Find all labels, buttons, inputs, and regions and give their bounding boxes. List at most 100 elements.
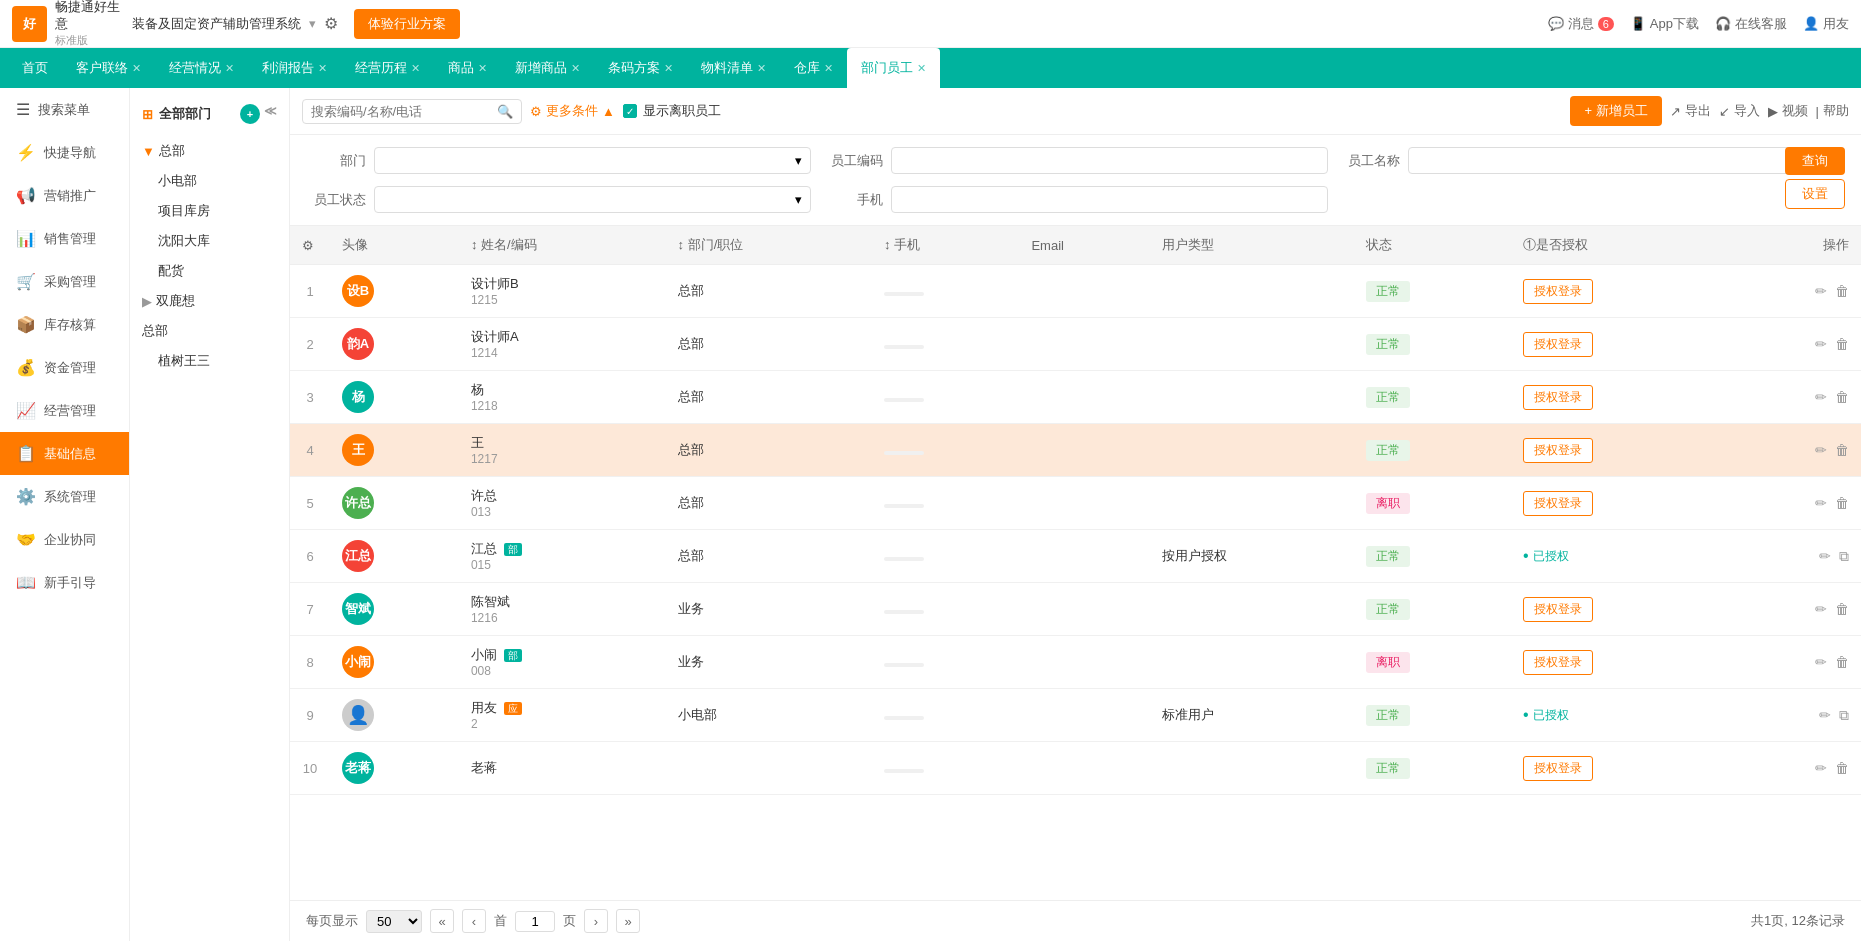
- tab-new-goods[interactable]: 新增商品 ✕: [501, 48, 594, 88]
- message-item[interactable]: 💬 消息 6: [1548, 15, 1614, 33]
- dept-add-btn[interactable]: +: [240, 104, 260, 124]
- tab-close-barcode[interactable]: ✕: [664, 62, 673, 75]
- auth-button-5[interactable]: 授权登录: [1523, 491, 1593, 516]
- online-service-item[interactable]: 🎧 在线客服: [1715, 15, 1787, 33]
- title-dropdown-icon[interactable]: ▾: [309, 16, 316, 31]
- col-dept[interactable]: ↕ 部门/职位: [666, 226, 873, 265]
- dept-node-zhishu[interactable]: 植树王三: [130, 346, 289, 376]
- tab-customer[interactable]: 客户联络 ✕: [62, 48, 155, 88]
- first-page-btn[interactable]: «: [430, 909, 454, 933]
- tab-close-operation[interactable]: ✕: [225, 62, 234, 75]
- search-box[interactable]: 🔍: [302, 99, 522, 124]
- trial-button[interactable]: 体验行业方案: [354, 9, 460, 39]
- nav-marketing[interactable]: 📢 营销推广: [0, 174, 129, 217]
- tab-close-profit[interactable]: ✕: [318, 62, 327, 75]
- edit-icon-1[interactable]: ✏: [1815, 283, 1827, 299]
- dept-node-shuanglu[interactable]: ▶ 双鹿想: [130, 286, 289, 316]
- dept-node-zongbu2[interactable]: 总部: [130, 316, 289, 346]
- last-page-btn[interactable]: »: [616, 909, 640, 933]
- delete-icon-1[interactable]: 🗑: [1835, 283, 1849, 299]
- tab-warehouse[interactable]: 仓库 ✕: [780, 48, 847, 88]
- dept-collapse-btn[interactable]: ≪: [264, 104, 277, 124]
- copy-icon-6[interactable]: ⧉: [1839, 548, 1849, 565]
- view-button[interactable]: ▶ 视频: [1768, 102, 1808, 120]
- tab-barcode[interactable]: 条码方案 ✕: [594, 48, 687, 88]
- dept-node-project[interactable]: 项目库房: [130, 196, 289, 226]
- nav-search-menu[interactable]: ☰ 搜索菜单: [0, 88, 129, 131]
- edit-icon-9[interactable]: ✏: [1819, 707, 1831, 724]
- edit-icon-10[interactable]: ✏: [1815, 760, 1827, 776]
- auth-button-7[interactable]: 授权登录: [1523, 597, 1593, 622]
- page-size-select[interactable]: 50 100 200: [366, 910, 422, 933]
- delete-icon-10[interactable]: 🗑: [1835, 760, 1849, 776]
- tab-close-history[interactable]: ✕: [411, 62, 420, 75]
- nav-sales[interactable]: 📊 销售管理: [0, 217, 129, 260]
- edit-icon-7[interactable]: ✏: [1815, 601, 1827, 617]
- nav-quick-nav[interactable]: ⚡ 快捷导航: [0, 131, 129, 174]
- tab-close-customer[interactable]: ✕: [132, 62, 141, 75]
- nav-inventory[interactable]: 📦 库存核算: [0, 303, 129, 346]
- nav-business[interactable]: 📈 经营管理: [0, 389, 129, 432]
- search-input[interactable]: [311, 104, 491, 119]
- nav-guide[interactable]: 📖 新手引导: [0, 561, 129, 604]
- delete-icon-3[interactable]: 🗑: [1835, 389, 1849, 405]
- tab-close-dept-staff[interactable]: ✕: [917, 62, 926, 75]
- col-phone[interactable]: ↕ 手机: [872, 226, 1019, 265]
- delete-icon-2[interactable]: 🗑: [1835, 336, 1849, 352]
- tab-close-goods[interactable]: ✕: [478, 62, 487, 75]
- auth-button-1[interactable]: 授权登录: [1523, 279, 1593, 304]
- nav-purchase[interactable]: 🛒 采购管理: [0, 260, 129, 303]
- delete-icon-5[interactable]: 🗑: [1835, 495, 1849, 511]
- prev-page-btn[interactable]: ‹: [462, 909, 486, 933]
- filter-dept-select[interactable]: ▾: [374, 147, 811, 174]
- tab-close-new-goods[interactable]: ✕: [571, 62, 580, 75]
- delete-icon-8[interactable]: 🗑: [1835, 654, 1849, 670]
- filter-name-input[interactable]: [1408, 147, 1845, 174]
- tab-history[interactable]: 经营历程 ✕: [341, 48, 434, 88]
- auth-button-10[interactable]: 授权登录: [1523, 756, 1593, 781]
- tab-operation[interactable]: 经营情况 ✕: [155, 48, 248, 88]
- edit-icon-2[interactable]: ✏: [1815, 336, 1827, 352]
- filter-phone-input[interactable]: [891, 186, 1328, 213]
- dept-node-xiaodian[interactable]: 小电部: [130, 166, 289, 196]
- edit-icon-4[interactable]: ✏: [1815, 442, 1827, 458]
- tab-bom[interactable]: 物料清单 ✕: [687, 48, 780, 88]
- tab-close-bom[interactable]: ✕: [757, 62, 766, 75]
- help-button[interactable]: | 帮助: [1816, 102, 1849, 120]
- dept-node-zongbu-parent[interactable]: ▼ 总部: [130, 136, 289, 166]
- nav-corp[interactable]: 🤝 企业协同: [0, 518, 129, 561]
- page-input[interactable]: [515, 911, 555, 932]
- filter-code-input[interactable]: [891, 147, 1328, 174]
- show-offline-checkbox[interactable]: ✓: [623, 104, 637, 118]
- add-employee-button[interactable]: + 新增员工: [1570, 96, 1661, 126]
- auth-button-2[interactable]: 授权登录: [1523, 332, 1593, 357]
- more-filter-btn[interactable]: ⚙ 更多条件 ▲: [530, 102, 615, 120]
- auth-button-3[interactable]: 授权登录: [1523, 385, 1593, 410]
- col-settings[interactable]: ⚙: [290, 226, 330, 265]
- auth-button-4[interactable]: 授权登录: [1523, 438, 1593, 463]
- app-download-item[interactable]: 📱 App下载: [1630, 15, 1699, 33]
- nav-finance[interactable]: 💰 资金管理: [0, 346, 129, 389]
- tab-dept-staff[interactable]: 部门员工 ✕: [847, 48, 940, 88]
- dept-node-peihuo[interactable]: 配货: [130, 256, 289, 286]
- tab-profit[interactable]: 利润报告 ✕: [248, 48, 341, 88]
- show-offline-toggle[interactable]: ✓ 显示离职员工: [623, 102, 721, 120]
- copy-icon-9[interactable]: ⧉: [1839, 707, 1849, 724]
- tab-home[interactable]: 首页: [8, 48, 62, 88]
- edit-icon-5[interactable]: ✏: [1815, 495, 1827, 511]
- delete-icon-7[interactable]: 🗑: [1835, 601, 1849, 617]
- import-button[interactable]: ↙ 导入: [1719, 102, 1760, 120]
- gear-icon[interactable]: ⚙: [324, 14, 338, 33]
- next-page-btn[interactable]: ›: [584, 909, 608, 933]
- export-button[interactable]: ↗ 导出: [1670, 102, 1711, 120]
- tab-close-warehouse[interactable]: ✕: [824, 62, 833, 75]
- filter-status-select[interactable]: ▾: [374, 186, 811, 213]
- col-name[interactable]: ↕ 姓名/编码: [459, 226, 666, 265]
- tab-goods[interactable]: 商品 ✕: [434, 48, 501, 88]
- query-button[interactable]: 查询: [1785, 147, 1845, 175]
- delete-icon-4[interactable]: 🗑: [1835, 442, 1849, 458]
- auth-button-8[interactable]: 授权登录: [1523, 650, 1593, 675]
- nav-basic-info[interactable]: 📋 基础信息: [0, 432, 129, 475]
- edit-icon-3[interactable]: ✏: [1815, 389, 1827, 405]
- reset-button[interactable]: 设置: [1785, 179, 1845, 209]
